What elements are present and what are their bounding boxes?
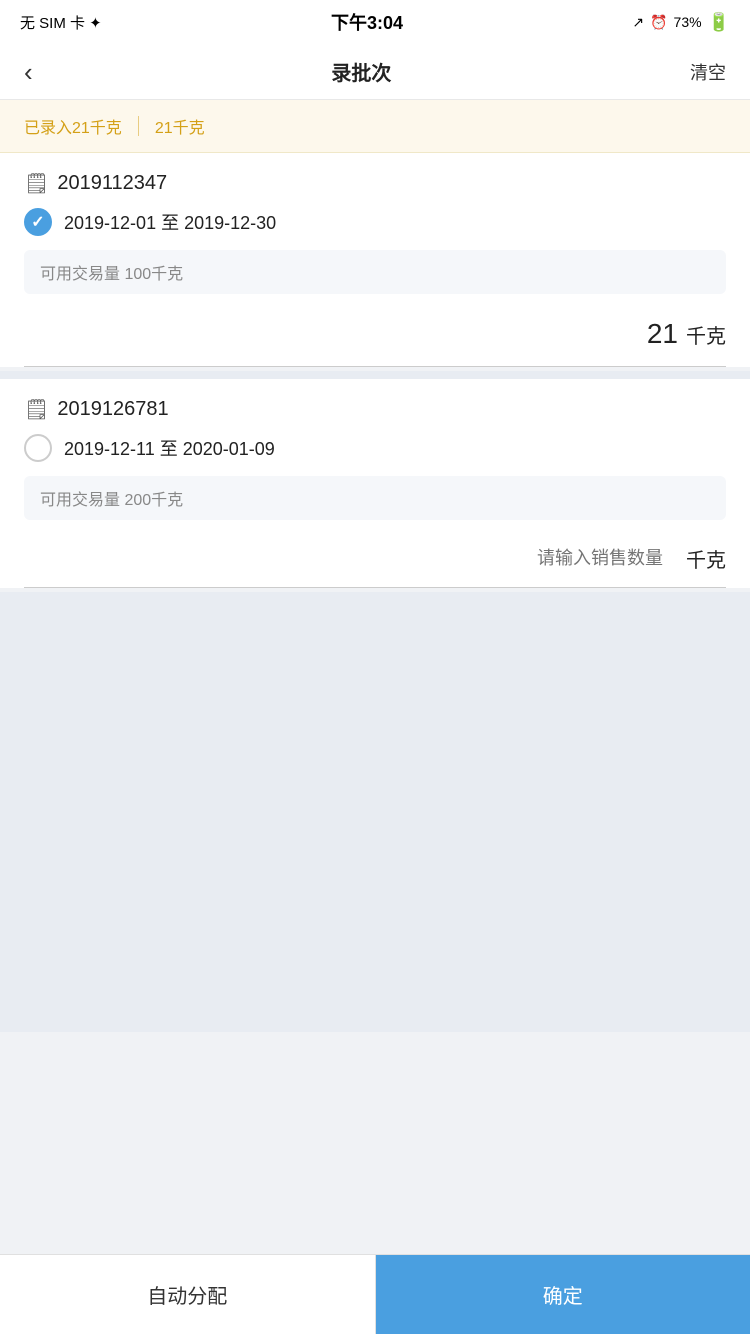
batch-1-id: 2019112347 <box>57 172 167 195</box>
bottom-bar: 自动分配 确定 <box>0 1254 750 1334</box>
batch-2-header: 🗒 2019126781 <box>0 379 750 428</box>
batch-2-radio[interactable] <box>24 434 52 462</box>
batch-2-id: 2019126781 <box>57 398 168 421</box>
batch-2-date: 2019-12-11 至 2020-01-09 <box>64 435 275 461</box>
batch-1-icon: 🗒 <box>24 171 49 196</box>
summary-label: 已录入21千克 <box>24 114 122 138</box>
batch-2-input-row[interactable]: 千克 <box>0 534 750 587</box>
batch-2-icon: 🗒 <box>24 397 49 422</box>
batch-1-header: 🗒 2019112347 <box>0 153 750 202</box>
batch-1-amount-row: 21 千克 <box>0 308 750 366</box>
sim-label: 无 SIM 卡 ✦ <box>20 12 102 33</box>
auto-distribute-button[interactable]: 自动分配 <box>0 1255 376 1334</box>
batch-item-1: 🗒 2019112347 2019-12-01 至 2019-12-30 可用交… <box>0 153 750 367</box>
batch-item-2: 🗒 2019126781 2019-12-11 至 2020-01-09 可用交… <box>0 379 750 588</box>
batch-2-qty-label: 可用交易量 200千克 <box>40 492 183 509</box>
status-right: ↗ ⏰ 73% 🔋 <box>632 12 730 33</box>
status-left: 无 SIM 卡 ✦ <box>20 12 102 33</box>
confirm-button[interactable]: 确定 <box>376 1255 750 1334</box>
section-separator <box>0 371 750 379</box>
page-title: 录批次 <box>331 57 391 86</box>
batch-1-amount: 21 <box>647 318 678 350</box>
batch-2-unit: 千克 <box>686 544 726 573</box>
status-time: 下午3:04 <box>331 9 403 35</box>
main-content: 已录入21千克 21千克 🗒 2019112347 2019-12-01 至 2… <box>0 100 750 1112</box>
batch-2-date-row[interactable]: 2019-12-11 至 2020-01-09 <box>0 428 750 468</box>
back-button[interactable]: ‹ <box>24 59 33 85</box>
batch-1-date-row[interactable]: 2019-12-01 至 2019-12-30 <box>0 202 750 242</box>
battery-label: 73% <box>674 14 702 30</box>
summary-divider <box>138 116 139 136</box>
empty-area <box>0 592 750 1032</box>
batch-1-underline <box>24 366 726 367</box>
batch-1-qty: 可用交易量 100千克 <box>24 250 726 294</box>
nav-bar: ‹ 录批次 清空 <box>0 44 750 100</box>
battery-icon: 🔋 <box>708 12 730 33</box>
location-icon: ↗ <box>632 14 644 31</box>
batch-1-unit: 千克 <box>686 320 726 349</box>
batch-2-qty: 可用交易量 200千克 <box>24 476 726 520</box>
batch-1-qty-label: 可用交易量 100千克 <box>40 266 183 283</box>
alarm-icon: ⏰ <box>650 14 667 31</box>
status-bar: 无 SIM 卡 ✦ 下午3:04 ↗ ⏰ 73% 🔋 <box>0 0 750 44</box>
summary-bar: 已录入21千克 21千克 <box>0 100 750 153</box>
batch-2-qty-input[interactable] <box>446 548 678 569</box>
batch-1-date: 2019-12-01 至 2019-12-30 <box>64 209 276 235</box>
batch-1-radio[interactable] <box>24 208 52 236</box>
batch-2-underline <box>24 587 726 588</box>
clear-button[interactable]: 清空 <box>690 59 726 85</box>
summary-value: 21千克 <box>155 114 205 138</box>
